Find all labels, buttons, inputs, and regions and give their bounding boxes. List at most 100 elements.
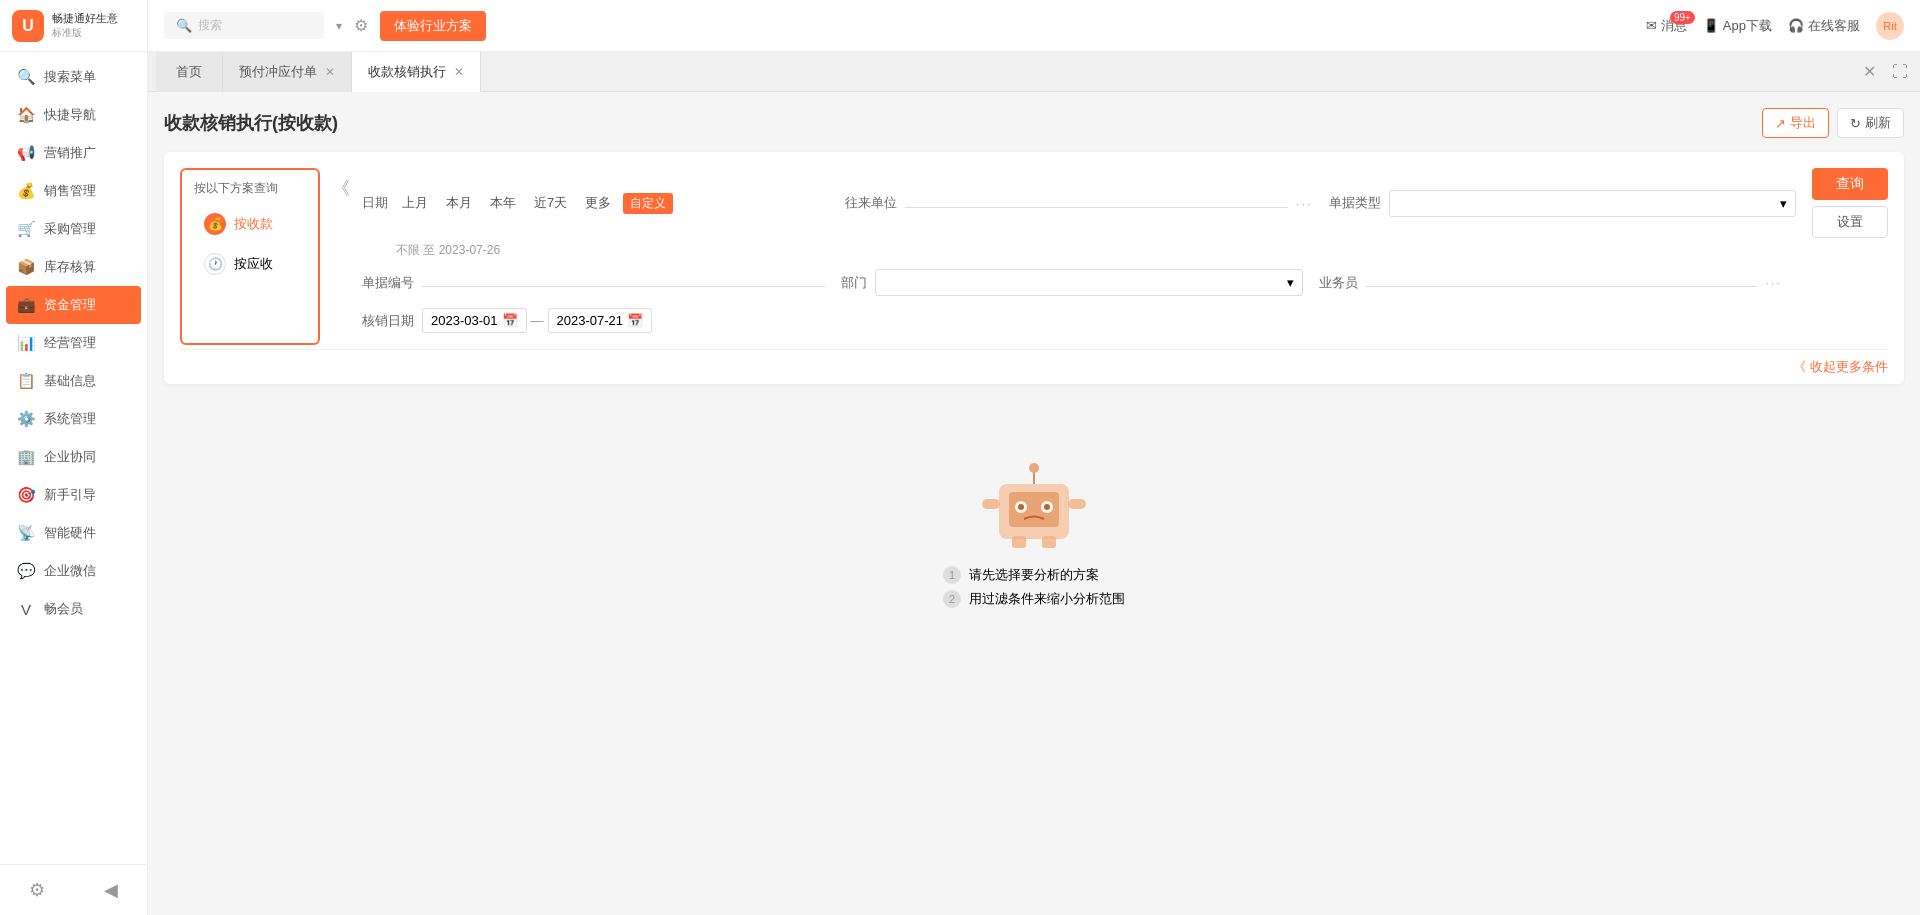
by-receipt-label: 按收款 <box>234 215 273 233</box>
sidebar: U 畅捷通好生意 标准版 🔍 搜索菜单 🏠 快捷导航 📢 营销推广 💰 销售管理… <box>0 0 148 915</box>
query-button[interactable]: 查询 <box>1812 168 1888 200</box>
message-button[interactable]: ✉ 消息 99+ <box>1646 17 1687 35</box>
sidebar-item-marketing[interactable]: 📢 营销推广 <box>0 134 147 172</box>
party-dots-icon[interactable]: ··· <box>1296 196 1313 211</box>
tab-receipts-close[interactable]: ✕ <box>454 65 464 79</box>
online-service-button[interactable]: 🎧 在线客服 <box>1788 17 1860 35</box>
sidebar-item-search-menu[interactable]: 🔍 搜索菜单 <box>0 58 147 96</box>
filter-row-2: 单据编号 部门 ▾ 业务员 <box>362 269 1888 296</box>
marketing-icon: 📢 <box>16 144 36 162</box>
verify-date-label: 核销日期 <box>362 312 414 330</box>
scheme-selector: 按以下方案查询 💰 按收款 🕐 按应收 <box>180 168 320 345</box>
sidebar-item-purchase[interactable]: 🛒 采购管理 <box>0 210 147 248</box>
dept-chevron: ▾ <box>1287 275 1294 290</box>
filter-row-3: 核销日期 2023-03-01 📅 — 2023-07-21 📅 <box>362 308 1888 333</box>
empty-state: 1 请先选择要分析的方案 2 用过滤条件来缩小分析范围 <box>164 384 1904 668</box>
sidebar-item-sales[interactable]: 💰 销售管理 <box>0 172 147 210</box>
search-placeholder-text: 搜索 <box>198 17 222 34</box>
verify-date-end[interactable]: 2023-07-21 📅 <box>548 308 653 333</box>
dept-select[interactable]: ▾ <box>875 269 1304 296</box>
service-icon: 🎧 <box>1788 18 1804 33</box>
filter-by-receipt[interactable]: 💰 按收款 <box>194 207 306 241</box>
sidebar-item-vip[interactable]: V 畅会员 <box>0 590 147 628</box>
industry-btn[interactable]: 体验行业方案 <box>380 11 486 41</box>
topbar: 🔍 搜索 ▾ ⚙ 体验行业方案 ✉ 消息 99+ 📱 App下载 🎧 在线客服 … <box>148 0 1920 52</box>
tab-prepay-close[interactable]: ✕ <box>325 65 335 79</box>
collapse-more-button[interactable]: 《 收起更多条件 <box>1793 358 1888 376</box>
party-input[interactable] <box>905 199 1287 208</box>
sidebar-item-label: 采购管理 <box>44 220 96 238</box>
party-filter: 往来单位 ··· <box>845 194 1312 212</box>
date-btn-more[interactable]: 更多 <box>579 192 617 214</box>
date-btn-this-year[interactable]: 本年 <box>484 192 522 214</box>
topbar-gear-icon[interactable]: ⚙ <box>354 16 368 35</box>
sidebar-item-inventory[interactable]: 📦 库存核算 <box>0 248 147 286</box>
empty-tip-1: 1 请先选择要分析的方案 <box>943 566 1125 584</box>
quick-nav-icon: 🏠 <box>16 106 36 124</box>
sidebar-item-label: 基础信息 <box>44 372 96 390</box>
export-icon: ↗ <box>1775 116 1786 131</box>
doc-type-filter: 单据类型 ▾ <box>1329 190 1796 217</box>
export-button[interactable]: ↗ 导出 <box>1762 108 1829 138</box>
sidebar-item-wechat[interactable]: 💬 企业微信 <box>0 552 147 590</box>
filter-panel: 按以下方案查询 💰 按收款 🕐 按应收 《 <box>180 168 1888 345</box>
sidebar-bottom: ⚙ ◀ <box>0 864 147 915</box>
user-initials: Rit <box>1883 20 1896 32</box>
sidebar-item-label: 销售管理 <box>44 182 96 200</box>
tab-fullscreen-button[interactable]: ⛶ <box>1888 58 1912 85</box>
staff-input[interactable] <box>1366 278 1757 287</box>
sidebar-item-basic-info[interactable]: 📋 基础信息 <box>0 362 147 400</box>
doc-no-label: 单据编号 <box>362 274 414 292</box>
wechat-icon: 💬 <box>16 562 36 580</box>
sidebar-item-enterprise[interactable]: 🏢 企业协同 <box>0 438 147 476</box>
verify-date-sep: — <box>531 313 544 328</box>
topbar-chevron-icon[interactable]: ▾ <box>336 19 342 33</box>
date-value: 2023-07-26 <box>439 243 500 257</box>
logo-icon: U <box>12 10 44 42</box>
collapse-sidebar-button[interactable]: ◀ <box>98 873 124 907</box>
refresh-icon: ↻ <box>1850 116 1861 131</box>
tab-prepay-label: 预付冲应付单 <box>239 63 317 81</box>
dept-label: 部门 <box>841 274 867 292</box>
user-avatar[interactable]: Rit <box>1876 12 1904 40</box>
settings-button[interactable]: ⚙ <box>23 873 51 907</box>
collapse-left-icon[interactable]: 《 <box>332 176 350 200</box>
date-custom-badge[interactable]: 自定义 <box>623 193 673 214</box>
sidebar-item-system[interactable]: ⚙️ 系统管理 <box>0 400 147 438</box>
topbar-right: ✉ 消息 99+ 📱 App下载 🎧 在线客服 Rit <box>1646 12 1904 40</box>
sidebar-item-finance[interactable]: 💼 资金管理 <box>6 286 141 324</box>
date-btn-this-month[interactable]: 本月 <box>440 192 478 214</box>
doc-no-input[interactable] <box>422 278 825 287</box>
tab-receipts[interactable]: 收款核销执行 ✕ <box>352 52 481 92</box>
svg-point-9 <box>1029 463 1039 473</box>
sidebar-item-label: 快捷导航 <box>44 106 96 124</box>
topbar-search[interactable]: 🔍 搜索 <box>164 12 324 39</box>
sidebar-item-guide[interactable]: 🎯 新手引导 <box>0 476 147 514</box>
app-download-button[interactable]: 📱 App下载 <box>1703 17 1772 35</box>
sidebar-item-hardware[interactable]: 📡 智能硬件 <box>0 514 147 552</box>
tab-home[interactable]: 首页 <box>156 52 223 92</box>
collapse-left[interactable]: 《 <box>332 168 350 345</box>
system-icon: ⚙️ <box>16 410 36 428</box>
main-area: 🔍 搜索 ▾ ⚙ 体验行业方案 ✉ 消息 99+ 📱 App下载 🎧 在线客服 … <box>148 0 1920 915</box>
staff-dots-icon[interactable]: ··· <box>1765 275 1782 290</box>
collapse-icon: 《 <box>1793 358 1806 376</box>
refresh-button[interactable]: ↻ 刷新 <box>1837 108 1904 138</box>
hardware-icon: 📡 <box>16 524 36 542</box>
filter-settings-button[interactable]: 设置 <box>1812 206 1888 238</box>
date-hint: 不限 至 2023-07-26 <box>396 242 1888 259</box>
app-name: 畅捷通好生意 <box>52 11 118 26</box>
filter-row-1: 日期 上月 本月 本年 近7天 更多 自定义 往来单位 ··· <box>362 168 1888 238</box>
sidebar-item-operations[interactable]: 📊 经营管理 <box>0 324 147 362</box>
page-content: 收款核销执行(按收款) ↗ 导出 ↻ 刷新 按以下方案查询 💰 <box>148 92 1920 915</box>
by-receivable-label: 按应收 <box>234 255 273 273</box>
verify-date-start[interactable]: 2023-03-01 📅 <box>422 308 527 333</box>
date-btn-last-month[interactable]: 上月 <box>396 192 434 214</box>
tab-close-all-button[interactable]: ✕ <box>1859 58 1880 85</box>
sidebar-item-quick-nav[interactable]: 🏠 快捷导航 <box>0 96 147 134</box>
doc-type-select[interactable]: ▾ <box>1389 190 1796 217</box>
tab-prepay[interactable]: 预付冲应付单 ✕ <box>223 52 352 92</box>
verify-date-start-value: 2023-03-01 <box>431 313 498 328</box>
filter-by-receivable[interactable]: 🕐 按应收 <box>194 247 306 281</box>
date-btn-7days[interactable]: 近7天 <box>528 192 573 214</box>
